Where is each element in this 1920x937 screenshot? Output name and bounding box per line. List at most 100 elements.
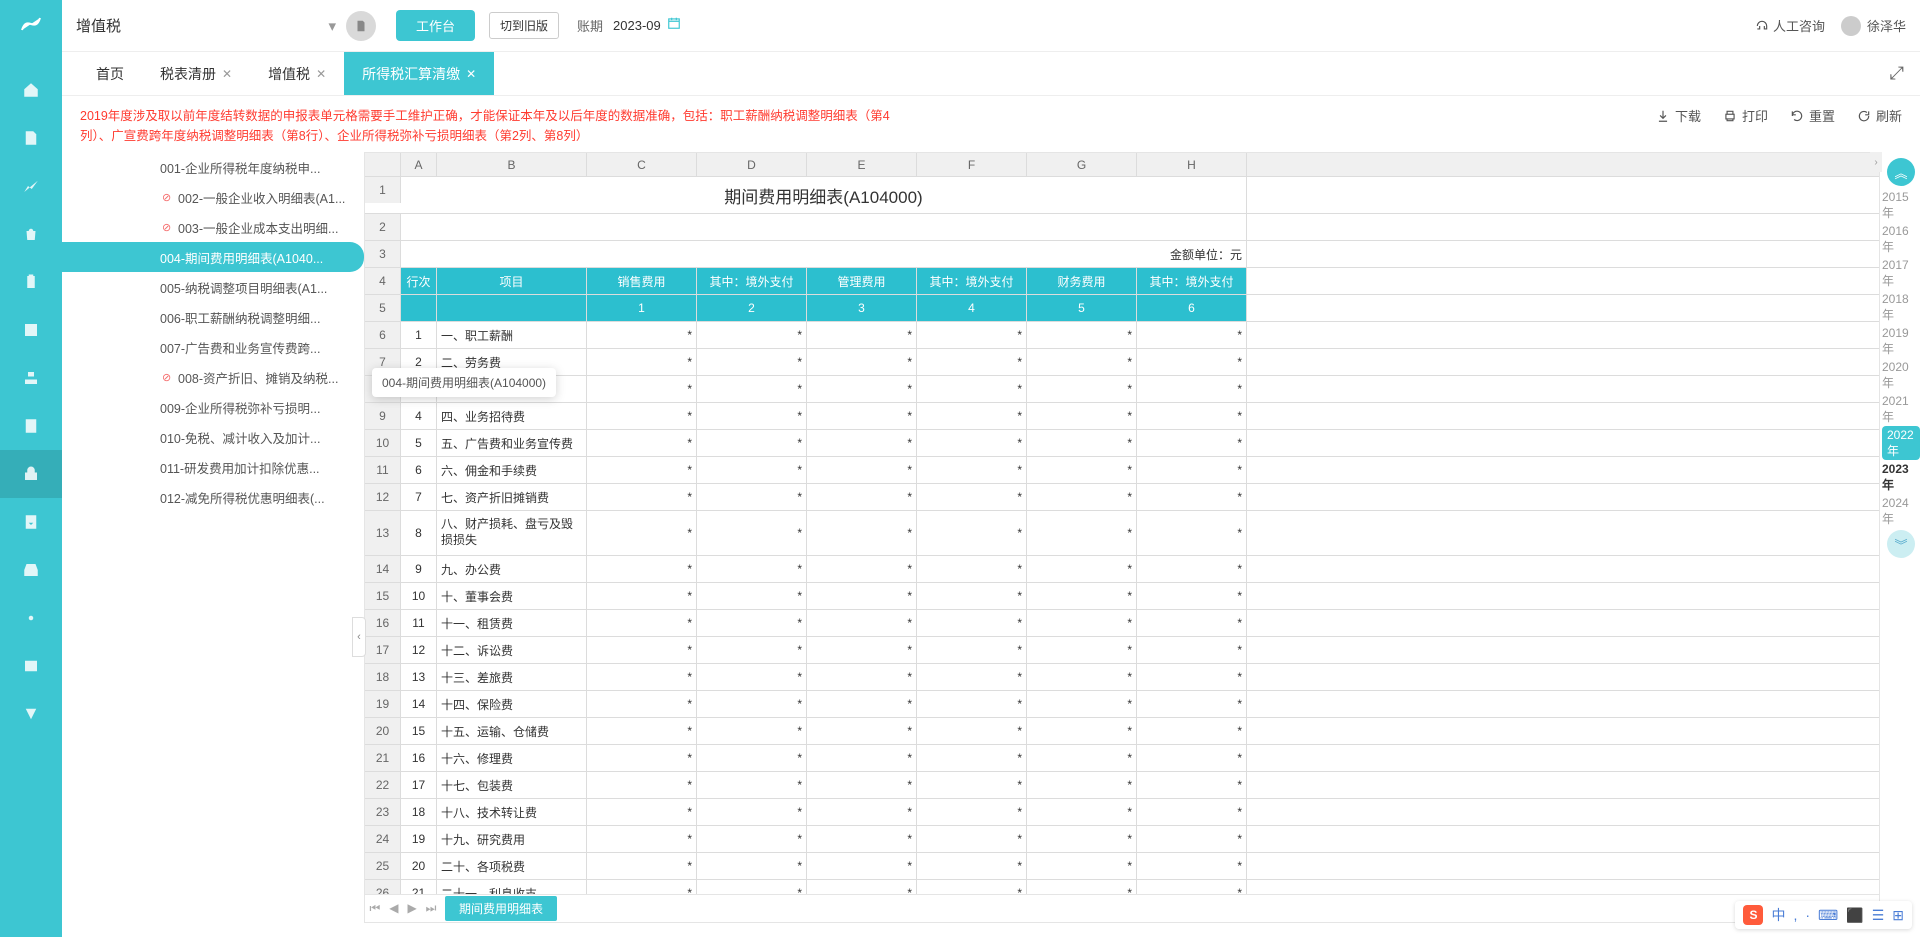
- data-cell[interactable]: *: [917, 745, 1027, 771]
- year-2017年[interactable]: 2017年: [1882, 256, 1920, 290]
- data-cell[interactable]: *: [807, 772, 917, 798]
- data-cell[interactable]: *: [1137, 745, 1247, 771]
- ime-menu-icon[interactable]: ☰: [1872, 907, 1885, 924]
- username[interactable]: 徐泽华: [1867, 16, 1906, 35]
- expand-right-button[interactable]: ›: [1870, 152, 1882, 172]
- data-cell[interactable]: *: [1027, 853, 1137, 879]
- sheet-nav-prev[interactable]: ◀: [389, 901, 398, 916]
- form-item-6[interactable]: 007-广告费和业务宣传费跨...: [62, 332, 364, 362]
- data-cell[interactable]: *: [1027, 376, 1137, 402]
- data-cell[interactable]: *: [917, 691, 1027, 717]
- year-2024年[interactable]: 2024年: [1882, 494, 1920, 528]
- data-cell[interactable]: *: [917, 718, 1027, 744]
- data-cell[interactable]: *: [1027, 772, 1137, 798]
- nav-video-icon[interactable]: [0, 642, 62, 690]
- data-cell[interactable]: *: [1027, 349, 1137, 375]
- year-2023年[interactable]: 2023年: [1882, 460, 1920, 494]
- data-cell[interactable]: *: [917, 799, 1027, 825]
- data-cell[interactable]: *: [1137, 610, 1247, 636]
- data-cell[interactable]: *: [697, 637, 807, 663]
- data-cell[interactable]: *: [807, 403, 917, 429]
- sogou-icon[interactable]: S: [1743, 905, 1763, 925]
- data-cell[interactable]: *: [917, 484, 1027, 510]
- form-item-1[interactable]: ⊘002-一般企业收入明细表(A1...: [62, 182, 364, 212]
- col-header[interactable]: H: [1137, 153, 1247, 176]
- data-cell[interactable]: *: [917, 772, 1027, 798]
- data-cell[interactable]: *: [1027, 484, 1137, 510]
- data-cell[interactable]: *: [697, 430, 807, 456]
- form-item-4[interactable]: 005-纳税调整项目明细表(A1...: [62, 272, 364, 302]
- year-2016年[interactable]: 2016年: [1882, 222, 1920, 256]
- tab-3[interactable]: 所得税汇算清缴✕: [344, 52, 494, 95]
- data-cell[interactable]: *: [807, 484, 917, 510]
- download-button[interactable]: 下载: [1656, 106, 1701, 125]
- data-cell[interactable]: *: [807, 718, 917, 744]
- data-cell[interactable]: *: [917, 556, 1027, 582]
- nav-doc-icon[interactable]: [0, 114, 62, 162]
- nav-inbox-icon[interactable]: [0, 546, 62, 594]
- data-cell[interactable]: *: [587, 637, 697, 663]
- data-cell[interactable]: *: [587, 430, 697, 456]
- data-cell[interactable]: *: [697, 664, 807, 690]
- data-cell[interactable]: *: [807, 376, 917, 402]
- data-cell[interactable]: *: [807, 853, 917, 879]
- tab-1[interactable]: 税表清册✕: [142, 52, 250, 95]
- data-cell[interactable]: *: [1027, 637, 1137, 663]
- year-2022年[interactable]: 2022年: [1882, 426, 1920, 460]
- data-cell[interactable]: *: [697, 556, 807, 582]
- data-cell[interactable]: *: [807, 664, 917, 690]
- data-cell[interactable]: *: [697, 772, 807, 798]
- data-cell[interactable]: *: [1137, 853, 1247, 879]
- data-cell[interactable]: *: [1027, 826, 1137, 852]
- collapse-sidebar-button[interactable]: ‹: [352, 617, 366, 657]
- data-cell[interactable]: *: [697, 799, 807, 825]
- data-cell[interactable]: *: [917, 430, 1027, 456]
- data-cell[interactable]: *: [1027, 556, 1137, 582]
- year-2018年[interactable]: 2018年: [1882, 290, 1920, 324]
- data-cell[interactable]: *: [587, 664, 697, 690]
- data-cell[interactable]: *: [807, 556, 917, 582]
- sheet-tab[interactable]: 期间费用明细表: [445, 896, 557, 921]
- data-cell[interactable]: *: [1027, 610, 1137, 636]
- data-cell[interactable]: *: [1027, 457, 1137, 483]
- data-cell[interactable]: *: [917, 376, 1027, 402]
- data-cell[interactable]: *: [1027, 430, 1137, 456]
- sheet-nav-first[interactable]: ⏮: [369, 901, 380, 916]
- data-cell[interactable]: *: [1027, 799, 1137, 825]
- data-cell[interactable]: *: [587, 718, 697, 744]
- data-cell[interactable]: *: [807, 826, 917, 852]
- col-header[interactable]: D: [697, 153, 807, 176]
- data-cell[interactable]: *: [697, 403, 807, 429]
- data-cell[interactable]: *: [697, 610, 807, 636]
- doc-circle-icon[interactable]: [346, 11, 376, 41]
- data-cell[interactable]: *: [587, 772, 697, 798]
- workbench-button[interactable]: 工作台: [396, 10, 475, 41]
- nav-home-icon[interactable]: [0, 66, 62, 114]
- form-item-3[interactable]: 004-期间费用明细表(A1040...: [62, 242, 364, 272]
- data-cell[interactable]: *: [917, 610, 1027, 636]
- data-cell[interactable]: *: [587, 457, 697, 483]
- data-cell[interactable]: *: [587, 556, 697, 582]
- data-cell[interactable]: *: [917, 322, 1027, 348]
- data-cell[interactable]: *: [587, 799, 697, 825]
- data-cell[interactable]: *: [917, 583, 1027, 609]
- year-2020年[interactable]: 2020年: [1882, 358, 1920, 392]
- ime-skin-icon[interactable]: ⬛: [1846, 907, 1863, 924]
- sheet-nav-next[interactable]: ▶: [407, 901, 416, 916]
- data-cell[interactable]: *: [1137, 691, 1247, 717]
- tab-2[interactable]: 增值税✕: [250, 52, 344, 95]
- company-selector[interactable]: 增值税 ▾: [76, 15, 336, 36]
- data-cell[interactable]: *: [697, 718, 807, 744]
- data-cell[interactable]: *: [917, 853, 1027, 879]
- data-cell[interactable]: *: [1137, 718, 1247, 744]
- nav-export-icon[interactable]: [0, 498, 62, 546]
- data-cell[interactable]: *: [697, 745, 807, 771]
- data-cell[interactable]: *: [917, 457, 1027, 483]
- data-cell[interactable]: *: [697, 457, 807, 483]
- data-cell[interactable]: *: [697, 376, 807, 402]
- maximize-icon[interactable]: ⤢: [1890, 63, 1904, 84]
- data-cell[interactable]: *: [1137, 484, 1247, 510]
- data-cell[interactable]: *: [697, 691, 807, 717]
- form-item-5[interactable]: 006-职工薪酬纳税调整明细...: [62, 302, 364, 332]
- data-cell[interactable]: *: [587, 691, 697, 717]
